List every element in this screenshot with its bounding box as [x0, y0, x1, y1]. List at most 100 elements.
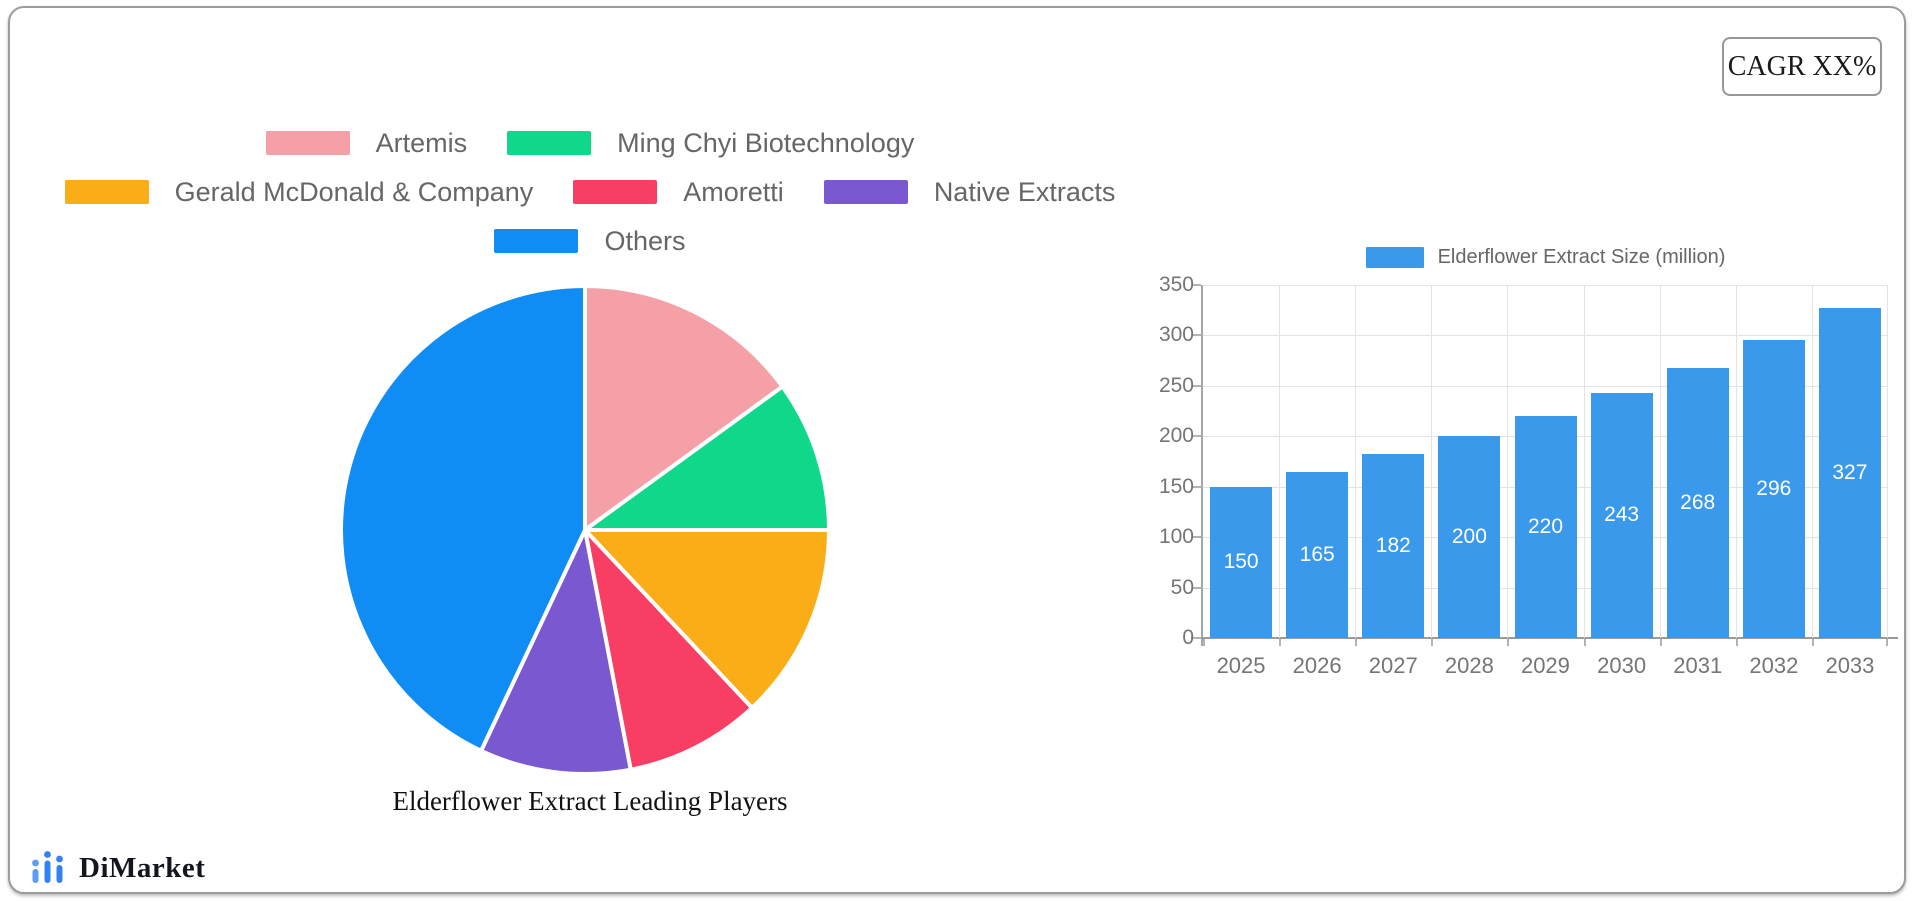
gridline-horizontal	[1203, 285, 1888, 286]
bar-2025: 150	[1210, 486, 1273, 638]
bar-legend-swatch	[1365, 247, 1424, 268]
cagr-badge: CAGR XX%	[1722, 37, 1882, 96]
legend-swatch-others	[494, 229, 579, 253]
legend-item-gerald-mcdonald-company[interactable]: Gerald McDonald & Company	[64, 176, 534, 208]
y-axis-label: 250	[1158, 373, 1194, 397]
x-axis-tick	[1583, 639, 1586, 646]
bar-2026: 165	[1286, 471, 1349, 638]
x-axis-tick	[1811, 639, 1814, 646]
gridline-vertical	[1279, 285, 1281, 638]
bar-value-label: 296	[1756, 476, 1792, 500]
bar-2029: 220	[1514, 416, 1577, 638]
bar-2030: 243	[1590, 392, 1653, 638]
x-axis-label: 2026	[1292, 653, 1342, 678]
legend-swatch-ming-chyi-biotechnology	[507, 131, 592, 155]
bar-value-label: 150	[1223, 550, 1259, 574]
x-axis-label: 2032	[1749, 653, 1799, 678]
y-axis-tick	[1193, 435, 1201, 438]
x-axis-tick	[1279, 639, 1282, 646]
x-axis-label: 2029	[1520, 653, 1570, 678]
pie-chart	[339, 284, 831, 776]
y-axis-label: 150	[1158, 474, 1194, 498]
gridline-vertical	[1811, 285, 1813, 638]
legend-label: Gerald McDonald & Company	[174, 176, 534, 207]
pie-legend-row: Artemis Ming Chyi Biotechnology	[0, 128, 1180, 158]
bar-2027: 182	[1362, 454, 1425, 638]
bar-plot-area: 150 165 182 200 220 243 268 296 327	[1191, 284, 1898, 646]
legend-item-ming-chyi-biotechnology[interactable]: Ming Chyi Biotechnology	[507, 128, 914, 159]
bar-value-label: 327	[1832, 461, 1868, 485]
bar-2032: 296	[1742, 339, 1805, 638]
x-axis-tick	[1735, 639, 1738, 646]
legend-label: Ming Chyi Biotechnology	[617, 127, 915, 158]
legend-label: Amoretti	[683, 176, 784, 207]
y-axis-tick	[1193, 536, 1201, 539]
y-axis-label: 200	[1158, 424, 1194, 448]
x-axis-tick	[1507, 639, 1510, 646]
bar-value-label: 182	[1375, 534, 1411, 558]
pie-chart-title: Elderflower Extract Leading Players	[392, 786, 788, 816]
y-axis-tick	[1193, 384, 1201, 387]
bar-value-label: 200	[1451, 525, 1487, 549]
x-axis-label: 2028	[1444, 653, 1494, 678]
legend-swatch-native-extracts	[823, 180, 908, 204]
y-axis-tick	[1193, 637, 1201, 639]
y-axis-tick	[1193, 485, 1201, 488]
x-axis-tick	[1886, 639, 1888, 646]
gridline-vertical	[1507, 285, 1509, 638]
legend-item-native-extracts[interactable]: Native Extracts	[823, 176, 1116, 208]
bar-value-label: 243	[1604, 503, 1640, 527]
logo-bars	[32, 851, 63, 883]
x-axis-tick	[1659, 639, 1662, 646]
legend-item-others[interactable]: Others	[494, 225, 686, 257]
x-axis-label: 2027	[1368, 653, 1418, 678]
bar-chart: Elderflower Extract Size (million) 150 16…	[1100, 240, 1910, 690]
dimarket-logo: DiMarket	[30, 850, 205, 886]
legend-item-artemis[interactable]: Artemis	[265, 127, 468, 159]
legend-swatch-artemis	[265, 131, 350, 155]
gridline-horizontal	[1203, 335, 1888, 337]
x-axis-tick	[1203, 639, 1205, 646]
legend-label: Native Extracts	[933, 176, 1116, 207]
legend-label: Others	[604, 225, 686, 256]
bar-value-label: 165	[1299, 542, 1335, 566]
y-axis-label: 100	[1158, 525, 1194, 549]
y-axis-tick	[1193, 586, 1201, 589]
bar-2033: 327	[1818, 308, 1881, 638]
y-axis-label: 50	[1170, 575, 1194, 599]
y-axis-line	[1201, 285, 1203, 646]
bar-value-label: 268	[1680, 490, 1716, 514]
gridline-vertical	[1887, 285, 1888, 638]
x-axis-tick	[1431, 639, 1434, 646]
legend-swatch-gerald-mcdonald-company	[64, 180, 149, 204]
gridline-vertical	[1659, 285, 1661, 638]
legend-item-amoretti[interactable]: Amoretti	[573, 177, 784, 208]
legend-label: Artemis	[375, 127, 468, 158]
gridline-vertical	[1583, 285, 1585, 638]
y-axis-label: 300	[1158, 323, 1194, 347]
legend-swatch-amoretti	[573, 180, 658, 204]
x-axis-label: 2031	[1673, 653, 1723, 678]
cagr-label: CAGR XX%	[1727, 50, 1877, 82]
x-axis-label: 2030	[1597, 653, 1647, 678]
bar-2028: 200	[1438, 436, 1501, 638]
gridline-vertical	[1735, 285, 1737, 638]
x-axis-label: 2025	[1216, 653, 1266, 678]
bar-value-label: 220	[1527, 515, 1564, 539]
bar-2031: 268	[1666, 367, 1729, 638]
y-axis-label: 0	[1182, 626, 1194, 649]
bar-chart-logo-icon	[32, 851, 63, 883]
y-axis-tick	[1193, 284, 1201, 286]
bar-legend-label: Elderflower Extract Size (million)	[1437, 246, 1726, 268]
pie-legend-row: Gerald McDonald & Company Amoretti Native …	[0, 177, 1180, 207]
logo-text: DiMarket	[79, 851, 206, 884]
x-axis-label: 2033	[1825, 653, 1875, 678]
pie-legend: Artemis Ming Chyi Biotechnology Gerald McD…	[0, 128, 1180, 275]
pie-legend-row: Others	[0, 226, 1180, 256]
gridline-vertical	[1431, 285, 1433, 638]
gridline-vertical	[1355, 285, 1357, 638]
y-axis-label: 350	[1158, 273, 1194, 296]
x-axis-tick	[1355, 639, 1358, 646]
bar-chart-legend-item[interactable]: Elderflower Extract Size (million)	[1203, 246, 1888, 269]
y-axis-tick	[1193, 334, 1201, 337]
